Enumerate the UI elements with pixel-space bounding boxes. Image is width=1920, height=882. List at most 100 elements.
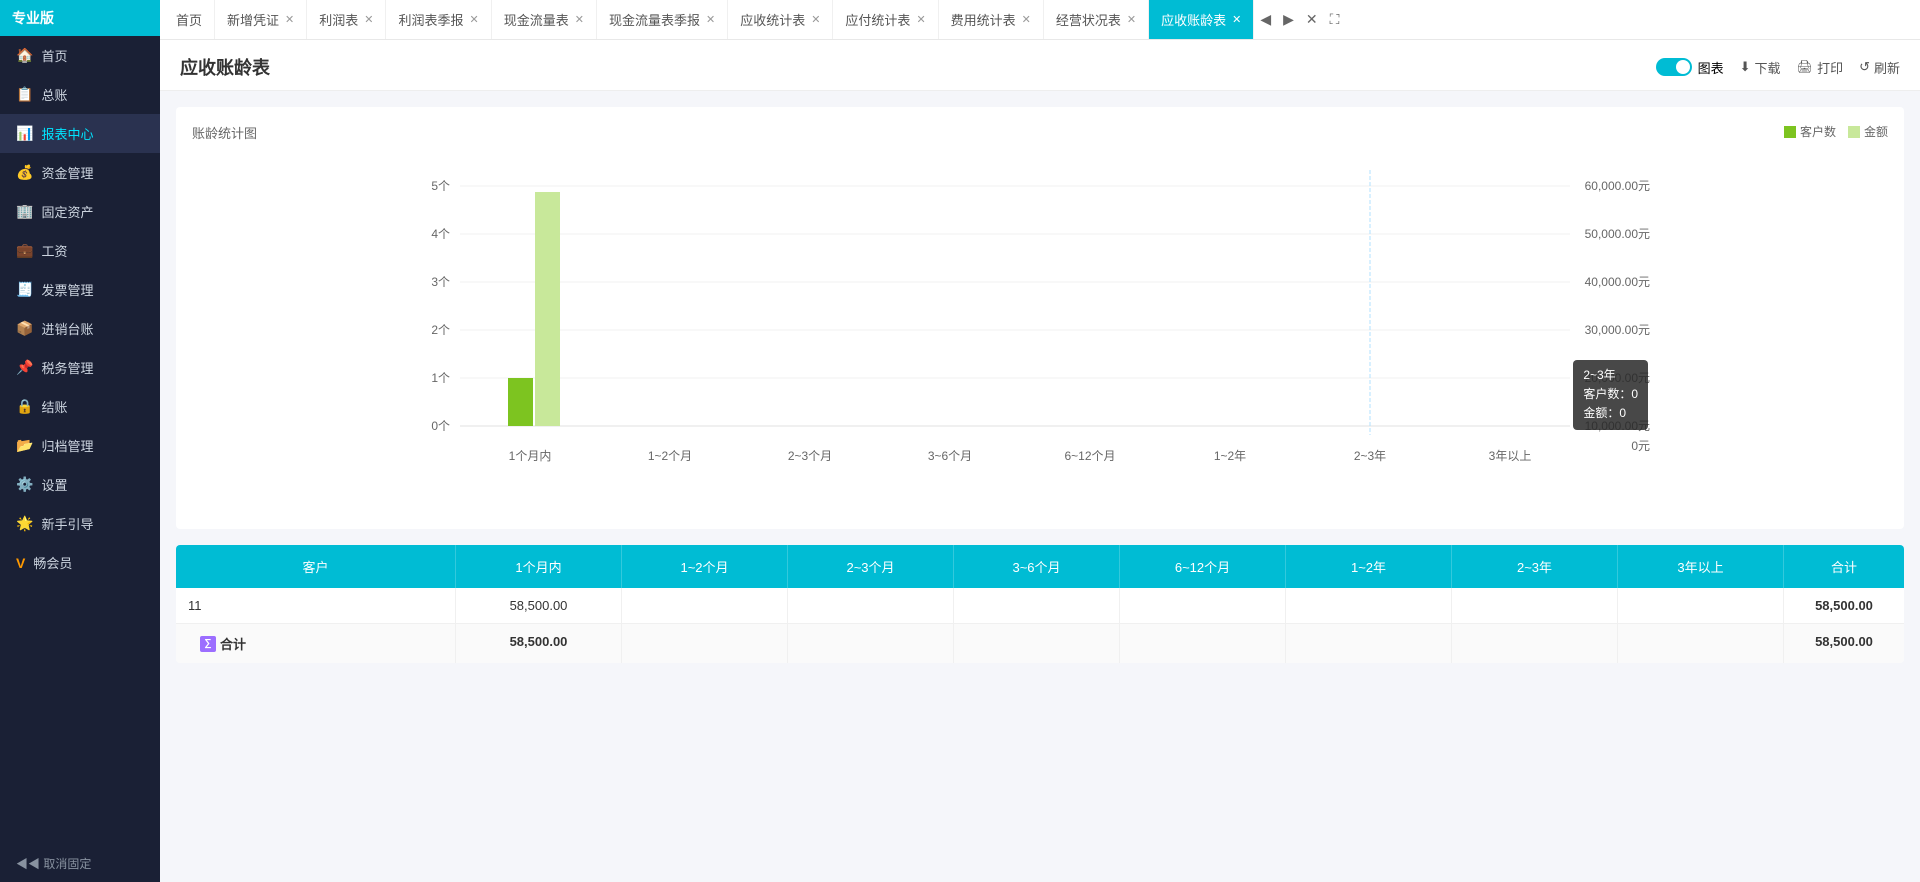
toggle-switch-control[interactable] <box>1656 58 1692 76</box>
download-button[interactable]: ⬇ 下载 <box>1740 58 1781 77</box>
sidebar-unpin-button[interactable]: ◀◀ 取消固定 <box>0 845 160 882</box>
sidebar-label-sales: 进销台账 <box>41 319 93 338</box>
tab-home[interactable]: 首页 <box>164 0 215 40</box>
tab-cashflow-label: 现金流量表 <box>504 10 569 29</box>
tab-home-label: 首页 <box>176 10 202 29</box>
main-content: 首页 新增凭证 ✕ 利润表 ✕ 利润表季报 ✕ 现金流量表 ✕ 现金流量表季报 … <box>160 0 1920 882</box>
tab-cashflow-close[interactable]: ✕ <box>575 13 584 26</box>
refresh-label: 刷新 <box>1874 58 1900 77</box>
chart-toggle[interactable]: 图表 <box>1656 58 1724 77</box>
svg-text:3~6个月: 3~6个月 <box>928 449 972 463</box>
sidebar-item-tax[interactable]: 📌 税务管理 <box>0 348 160 387</box>
tab-business-stat[interactable]: 经营状况表 ✕ <box>1044 0 1149 40</box>
tab-nav-next[interactable]: ▶ <box>1277 0 1300 40</box>
ledger-icon: 📋 <box>16 86 33 103</box>
tab-business-stat-close[interactable]: ✕ <box>1127 13 1136 26</box>
tab-payable-stat-close[interactable]: ✕ <box>916 13 925 26</box>
svg-text:4个: 4个 <box>431 227 450 241</box>
sidebar-item-invoice[interactable]: 🧾 发票管理 <box>0 270 160 309</box>
tab-cashflow[interactable]: 现金流量表 ✕ <box>492 0 597 40</box>
sidebar-label-guide: 新手引导 <box>41 514 93 533</box>
tab-voucher-close[interactable]: ✕ <box>285 13 294 26</box>
sidebar-item-archive[interactable]: 📂 归档管理 <box>0 426 160 465</box>
page-header: 应收账龄表 图表 ⬇ 下载 🖨 打印 ↺ 刷新 <box>160 40 1920 91</box>
col-header-1-2month: 1~2个月 <box>622 545 788 588</box>
legend-label-amount: 金额 <box>1864 123 1888 140</box>
tab-profit-label: 利润表 <box>319 10 358 29</box>
sidebar-item-ledger[interactable]: 📋 总账 <box>0 75 160 114</box>
col-header-3plus-year: 3年以上 <box>1618 545 1784 588</box>
svg-text:40,000.00元: 40,000.00元 <box>1585 275 1650 289</box>
sidebar-item-funds[interactable]: 💰 资金管理 <box>0 153 160 192</box>
svg-text:2个: 2个 <box>431 323 450 337</box>
sidebar-item-home[interactable]: 🏠 首页 <box>0 36 160 75</box>
tab-fullscreen[interactable]: ⛶ <box>1324 0 1346 40</box>
col-header-2-3year: 2~3年 <box>1452 545 1618 588</box>
tab-receivable-stat-close[interactable]: ✕ <box>811 13 820 26</box>
col-header-customer: 客户 <box>176 545 456 588</box>
svg-text:2~3个月: 2~3个月 <box>788 449 832 463</box>
svg-text:1~2个月: 1~2个月 <box>648 449 692 463</box>
chart-title: 账龄统计图 <box>192 123 1888 142</box>
tab-receivable-stat[interactable]: 应收统计表 ✕ <box>728 0 833 40</box>
total-row: ∑ 合计 58,500.00 58,500.00 <box>176 624 1904 663</box>
tab-expense-stat[interactable]: 费用统计表 ✕ <box>939 0 1044 40</box>
sidebar-label-settings: 设置 <box>41 475 67 494</box>
tab-payable-stat[interactable]: 应付统计表 ✕ <box>833 0 938 40</box>
svg-text:0元: 0元 <box>1631 439 1650 453</box>
tab-voucher-label: 新增凭证 <box>227 10 279 29</box>
tab-cashflow-quarter[interactable]: 现金流量表季报 ✕ <box>597 0 728 40</box>
sidebar-label-archive: 归档管理 <box>41 436 93 455</box>
tab-profit-close[interactable]: ✕ <box>364 13 373 26</box>
tab-close-all[interactable]: ✕ <box>1300 0 1324 40</box>
sidebar-item-sales[interactable]: 📦 进销台账 <box>0 309 160 348</box>
sidebar-item-guide[interactable]: 🌟 新手引导 <box>0 504 160 543</box>
tab-payable-stat-label: 应付统计表 <box>845 10 910 29</box>
sidebar-label-ledger: 总账 <box>41 85 67 104</box>
sidebar-item-close[interactable]: 🔒 结账 <box>0 387 160 426</box>
tab-expense-stat-label: 费用统计表 <box>951 10 1016 29</box>
cell-6-12month <box>1120 588 1286 623</box>
data-table: 客户 1个月内 1~2个月 2~3个月 3~6个月 6~12个月 1~2年 2~… <box>176 545 1904 663</box>
tab-expense-stat-close[interactable]: ✕ <box>1022 13 1031 26</box>
tab-profit-quarter-close[interactable]: ✕ <box>470 13 479 26</box>
sidebar: 专业版 🏠 首页 📋 总账 📊 报表中心 💰 资金管理 🏢 固定资产 💼 工资 … <box>0 0 160 882</box>
tab-cashflow-quarter-close[interactable]: ✕ <box>706 13 715 26</box>
tab-profit[interactable]: 利润表 ✕ <box>307 0 386 40</box>
sidebar-item-settings[interactable]: ⚙️ 设置 <box>0 465 160 504</box>
tab-profit-quarter[interactable]: 利润表季报 ✕ <box>386 0 491 40</box>
tab-aging-close[interactable]: ✕ <box>1232 13 1241 26</box>
col-header-1-2year: 1~2年 <box>1286 545 1452 588</box>
page-title: 应收账龄表 <box>180 54 270 80</box>
tab-voucher[interactable]: 新增凭证 ✕ <box>215 0 307 40</box>
legend-color-amount <box>1848 126 1860 138</box>
sidebar-item-salary[interactable]: 💼 工资 <box>0 231 160 270</box>
sidebar-item-reports[interactable]: 📊 报表中心 <box>0 114 160 153</box>
reports-icon: 📊 <box>16 125 33 142</box>
chart-svg-wrapper: 5个 4个 3个 2个 1个 0个 60,000.00元 50,000.00元 … <box>192 150 1888 513</box>
svg-text:6~12个月: 6~12个月 <box>1064 449 1115 463</box>
total-2-3year <box>1452 624 1618 663</box>
sidebar-item-member[interactable]: V 畅会员 <box>0 543 160 582</box>
archive-icon: 📂 <box>16 437 33 454</box>
refresh-button[interactable]: ↺ 刷新 <box>1859 58 1900 77</box>
sidebar-label-member: 畅会员 <box>33 553 72 572</box>
legend-color-customers <box>1784 126 1796 138</box>
col-header-6-12month: 6~12个月 <box>1120 545 1286 588</box>
invoice-icon: 🧾 <box>16 281 33 298</box>
tab-profit-quarter-label: 利润表季报 <box>398 10 463 29</box>
sales-icon: 📦 <box>16 320 33 337</box>
app-logo: 专业版 <box>0 0 160 36</box>
chart-legend: 客户数 金额 <box>1784 123 1888 140</box>
total-1-2month <box>622 624 788 663</box>
svg-text:30,000.00元: 30,000.00元 <box>1585 323 1650 337</box>
cell-1-2year <box>1286 588 1452 623</box>
sidebar-item-assets[interactable]: 🏢 固定资产 <box>0 192 160 231</box>
svg-text:20,000.00元: 20,000.00元 <box>1585 371 1650 385</box>
print-button[interactable]: 🖨 打印 <box>1797 58 1844 77</box>
tab-nav-prev[interactable]: ◀ <box>1254 0 1277 40</box>
tab-aging[interactable]: 应收账龄表 ✕ <box>1149 0 1254 40</box>
tab-receivable-stat-label: 应收统计表 <box>740 10 805 29</box>
total-1-2year <box>1286 624 1452 663</box>
tab-bar: 首页 新增凭证 ✕ 利润表 ✕ 利润表季报 ✕ 现金流量表 ✕ 现金流量表季报 … <box>160 0 1920 40</box>
